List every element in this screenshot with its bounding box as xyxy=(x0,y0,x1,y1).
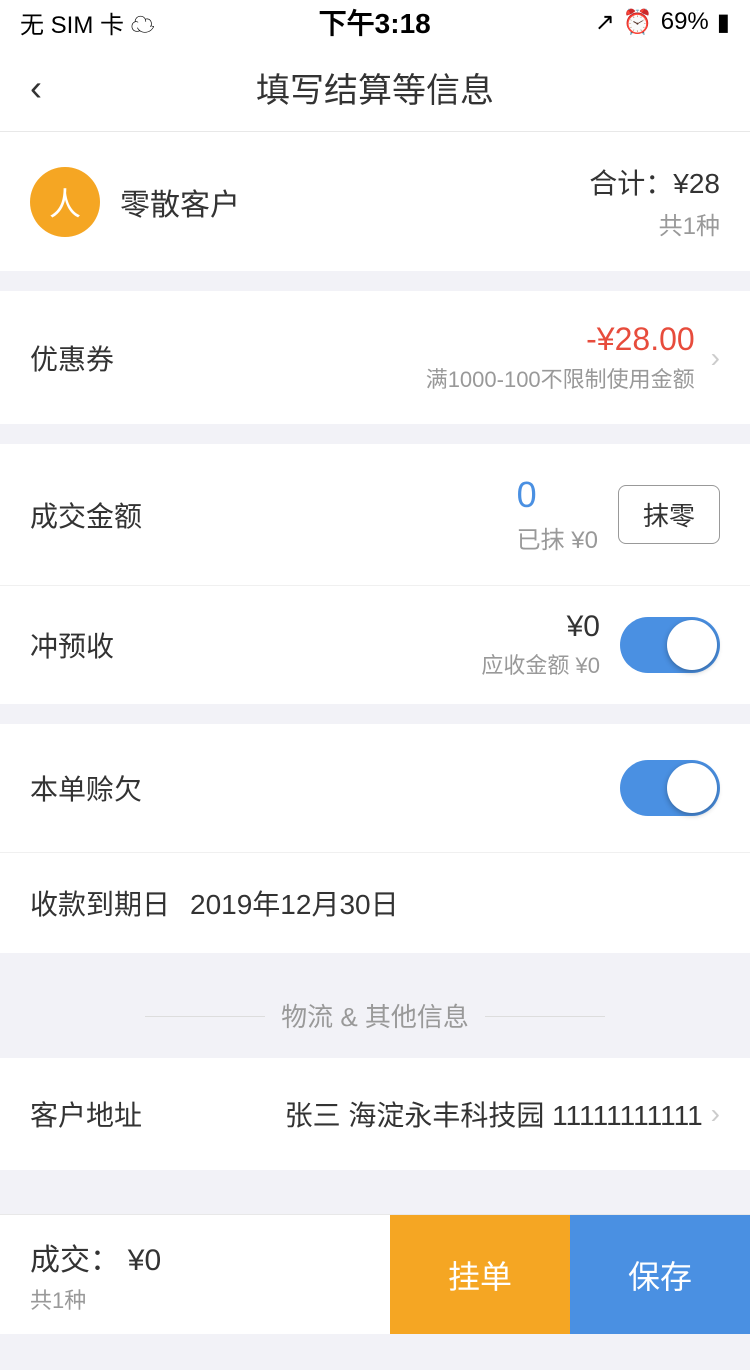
coupon-chevron-icon: › xyxy=(711,342,720,374)
logistics-header: 物流 & 其他信息 xyxy=(0,973,750,1058)
location-icon: ↗ xyxy=(595,8,615,37)
pre-receivable: 应收金额 ¥0 xyxy=(481,648,600,680)
battery-level: 69% xyxy=(661,8,709,36)
transaction-amount-block: 0 已抹 ¥0 xyxy=(517,474,598,555)
avatar-icon: 人 xyxy=(49,179,81,225)
battery-icon: ▮ xyxy=(717,8,730,37)
alarm-icon: ⏰ xyxy=(623,8,653,37)
footer-count: 共1种 xyxy=(30,1283,360,1315)
address-value: 张三 海淀永丰科技园 11111111111 xyxy=(285,1094,703,1134)
nav-bar: ‹ 填写结算等信息 xyxy=(0,44,750,132)
logistics-header-text: 物流 & 其他信息 xyxy=(281,997,469,1034)
customer-row: 人 零散客户 合计：¥28 共1种 xyxy=(0,132,750,271)
pre-collection-right: ¥0 应收金额 ¥0 xyxy=(481,610,720,680)
footer-total-label: 成交： xyxy=(30,1244,120,1277)
customer-left: 人 零散客户 xyxy=(30,167,240,237)
transaction-section: 成交金额 0 已抹 ¥0 抹零 冲预收 ¥0 应收金额 ¥0 xyxy=(0,444,750,704)
round-button[interactable]: 抹零 xyxy=(618,485,720,544)
pre-collection-label: 冲预收 xyxy=(30,625,114,665)
pre-collection-toggle[interactable] xyxy=(620,617,720,673)
address-right: 张三 海淀永丰科技园 11111111111 › xyxy=(285,1094,720,1134)
pre-amount: ¥0 xyxy=(481,610,600,644)
due-date-value: 2019年12月30日 xyxy=(190,883,399,923)
coupon-label: 优惠券 xyxy=(30,338,114,378)
address-chevron-icon: › xyxy=(711,1098,720,1130)
already-rounded: 已抹 ¥0 xyxy=(517,520,598,555)
coupon-section[interactable]: 优惠券 -¥28.00 满1000-100不限制使用金额 › xyxy=(0,291,750,424)
address-label: 客户地址 xyxy=(30,1094,142,1134)
status-right: ↗ ⏰ 69% ▮ xyxy=(595,8,730,37)
status-left: 无 SIM 卡 ☁ xyxy=(20,5,155,40)
save-button[interactable]: 保存 xyxy=(570,1215,750,1334)
status-bar: 无 SIM 卡 ☁ 下午3:18 ↗ ⏰ 69% ▮ xyxy=(0,0,750,44)
coupon-content: -¥28.00 满1000-100不限制使用金额 xyxy=(426,321,695,394)
customer-name: 零散客户 xyxy=(120,180,240,224)
credit-toggle[interactable] xyxy=(620,760,720,816)
pre-collection-row: 冲预收 ¥0 应收金额 ¥0 xyxy=(0,585,750,704)
pre-amount-block: ¥0 应收金额 ¥0 xyxy=(481,610,600,680)
due-date-label: 收款到期日 xyxy=(30,883,170,923)
customer-count: 共1种 xyxy=(589,206,720,241)
address-section[interactable]: 客户地址 张三 海淀永丰科技园 11111111111 › xyxy=(0,1058,750,1170)
customer-summary: 合计：¥28 共1种 xyxy=(589,162,720,241)
status-time: 下午3:18 xyxy=(319,2,431,42)
customer-section: 人 零散客户 合计：¥28 共1种 xyxy=(0,132,750,271)
credit-toggle-knob xyxy=(667,763,717,813)
credit-label: 本单赊欠 xyxy=(30,768,142,808)
transaction-value: 0 xyxy=(517,474,598,516)
footer-total-value: ¥0 xyxy=(128,1244,161,1277)
coupon-right: -¥28.00 满1000-100不限制使用金额 › xyxy=(426,321,720,394)
avatar: 人 xyxy=(30,167,100,237)
transaction-label: 成交金额 xyxy=(30,495,142,535)
footer-info: 成交： ¥0 共1种 xyxy=(0,1235,390,1315)
toggle-knob xyxy=(667,620,717,670)
hold-button[interactable]: 挂单 xyxy=(390,1215,570,1334)
transaction-right: 0 已抹 ¥0 抹零 xyxy=(517,474,720,555)
main-content: 人 零散客户 合计：¥28 共1种 优惠券 -¥28.00 满1000-100不… xyxy=(0,132,750,1370)
footer: 成交： ¥0 共1种 挂单 保存 xyxy=(0,1214,750,1334)
coupon-discount: -¥28.00 xyxy=(426,321,695,358)
footer-total: 成交： ¥0 xyxy=(30,1235,360,1279)
coupon-row[interactable]: 优惠券 -¥28.00 满1000-100不限制使用金额 › xyxy=(0,291,750,424)
sim-status: 无 SIM 卡 ☁ xyxy=(20,5,155,40)
back-button[interactable]: ‹ xyxy=(30,67,42,109)
page-title: 填写结算等信息 xyxy=(256,63,494,112)
due-date-row: 收款到期日 2019年12月30日 xyxy=(0,852,750,953)
credit-section: 本单赊欠 收款到期日 2019年12月30日 xyxy=(0,724,750,953)
customer-total: 合计：¥28 xyxy=(589,162,720,202)
address-row[interactable]: 客户地址 张三 海淀永丰科技园 11111111111 › xyxy=(0,1058,750,1170)
credit-row: 本单赊欠 xyxy=(0,724,750,852)
coupon-description: 满1000-100不限制使用金额 xyxy=(426,362,695,394)
transaction-row: 成交金额 0 已抹 ¥0 抹零 xyxy=(0,444,750,585)
